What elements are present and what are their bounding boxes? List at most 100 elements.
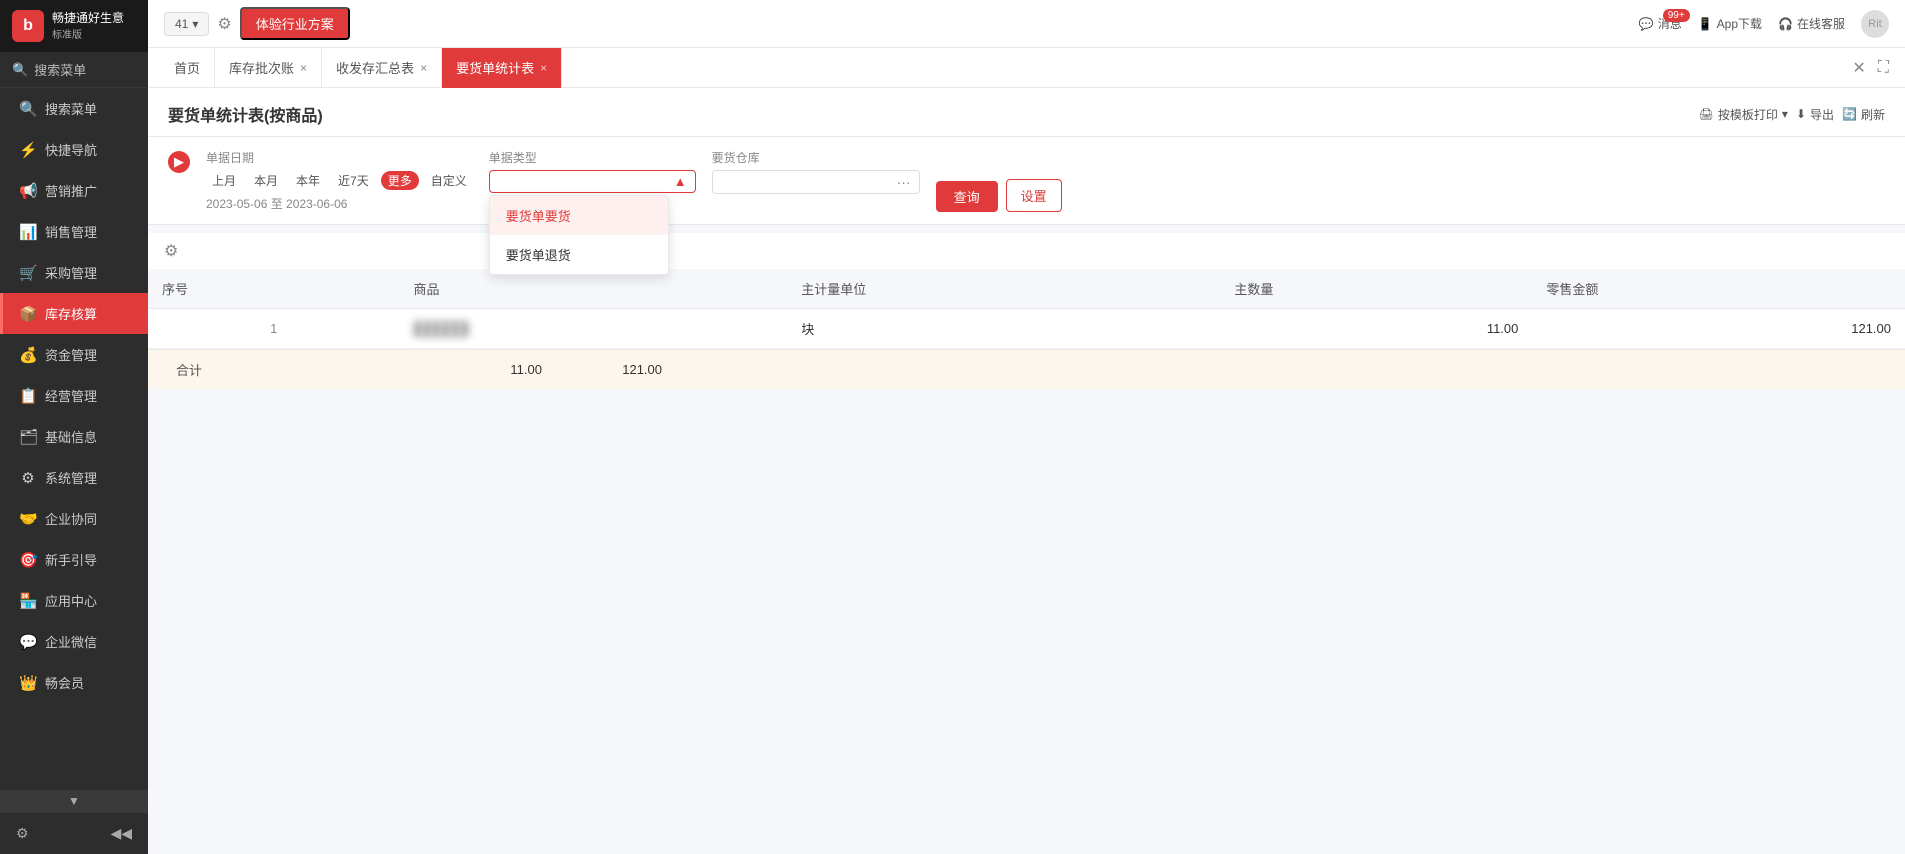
query-button[interactable]: 查询 [936,181,998,212]
print-button[interactable]: 🖨 按模板打印 ▾ [1699,106,1788,123]
sales-icon: 📊 [19,223,37,241]
export-label: 导出 [1810,106,1834,123]
sidebar-collapse-icon[interactable]: ◀◀ [106,821,136,846]
tab-close-all-icon[interactable]: ✕ [1848,54,1869,82]
table-cell-unit: 块 [787,309,1220,349]
table-row: 1██████块11.00121.00 [148,309,1905,349]
date-quick-7days[interactable]: 近7天 [332,170,375,191]
tab-close-receivables[interactable]: × [420,61,427,75]
sidebar-item-wechat[interactable]: 💬 企业微信 [0,621,148,662]
tabs-actions: ✕⛶ [1848,54,1893,82]
dropdown-option-要货单退货[interactable]: 要货单退货 [490,235,668,274]
tab-inventory-batch[interactable]: 库存批次账× [215,48,322,88]
guide-icon: 🎯 [19,551,37,569]
date-filter-label: 单据日期 [206,149,473,166]
sidebar-item-system[interactable]: ⚙ 系统管理 [0,457,148,498]
purchase-icon: 🛒 [19,264,37,282]
sidebar-item-enterprise[interactable]: 🤝企业协同 [0,498,148,539]
date-custom-button[interactable]: 自定义 [425,170,473,191]
marketing-icon: 📢 [19,182,37,200]
type-input[interactable] [498,174,674,189]
table-cell-seq: 1 [148,309,400,349]
setting-button[interactable]: 设置 [1006,179,1062,212]
sidebar-item-shortcut[interactable]: ⚡快捷导航 [0,129,148,170]
date-more-button[interactable]: 更多 [381,171,419,190]
sidebar-item-label-system: 系统管理 [45,468,97,487]
refresh-button[interactable]: 🔄 刷新 [1842,106,1885,123]
sidebar-item-marketing[interactable]: 📢营销推广 [0,170,148,211]
main-area: 41 ▾ ⚙ 体验行业方案 💬 消息 99+ 📱 App下载 🎧 在线客服 Ri… [148,0,1905,854]
sidebar-item-operation[interactable]: 📋 经营管理 [0,375,148,416]
tab-receivables[interactable]: 收发存汇总表× [322,48,442,88]
date-quick-this-year[interactable]: 本年 [290,170,326,191]
appstore-icon: 🏪 [19,592,37,610]
sidebar-item-inventory[interactable]: 📦库存核算 [0,293,148,334]
tab-close-order-stats[interactable]: × [540,61,547,75]
sidebar-item-guide[interactable]: 🎯 新手引导 [0,539,148,580]
warehouse-input[interactable] [721,175,897,190]
operation-icon: 📋 [19,387,37,405]
topbar-gear-icon[interactable]: ⚙ [217,14,231,34]
print-label: 按模板打印 [1718,106,1778,123]
sidebar-bottom: ⚙ ◀◀ [0,812,148,854]
table-cell-goods: ██████ [400,309,788,349]
sidebar-item-label-guide: 新手引导 [45,550,97,569]
sidebar-settings-icon[interactable]: ⚙ [12,821,33,846]
filter-expand-button[interactable]: ▶ [168,151,190,173]
tab-close-inventory-batch[interactable]: × [300,61,307,75]
service-label: 在线客服 [1797,15,1845,32]
sidebar-item-label-operation: 经营管理 [45,386,97,405]
sidebar-item-search[interactable]: 🔍搜索菜单 [0,88,148,129]
basic-icon: 🗂 [19,428,37,446]
user-avatar[interactable]: Rit [1861,10,1889,38]
app-download-button[interactable]: 📱 App下载 [1698,15,1762,32]
app-logo-icon: b [12,10,44,42]
sidebar-item-label-search: 搜索菜单 [45,99,97,118]
warehouse-more-icon[interactable]: ··· [897,174,911,190]
sidebar-item-appstore[interactable]: 🏪应用中心 [0,580,148,621]
message-button[interactable]: 💬 消息 99+ [1639,15,1682,32]
date-quick-last-month[interactable]: 上月 [206,170,242,191]
sidebar-item-label-sales: 销售管理 [45,222,97,241]
table-settings-icon[interactable]: ⚙ [164,241,178,261]
system-icon: ⚙ [19,469,37,487]
dropdown-option-要货单要货[interactable]: 要货单要货 [490,196,668,235]
tab-order-stats[interactable]: 要货单统计表 × [442,48,562,88]
tab-home[interactable]: 首页 [160,48,215,88]
sidebar-item-basic[interactable]: 🗂 基础信息 [0,416,148,457]
col-header-unit: 主计量单位 [787,269,1220,309]
sidebar-item-label-wechat: 企业微信 [45,632,97,651]
type-dropdown-arrow[interactable]: ▲ [674,174,687,189]
promo-button[interactable]: 体验行业方案 [240,7,350,40]
app-download-icon: 📱 [1698,17,1713,31]
col-header-amount: 零售金额 [1532,269,1905,309]
online-service-button[interactable]: 🎧 在线客服 [1778,15,1845,32]
sidebar-search-label: 搜索菜单 [34,60,86,79]
date-quick-this-month[interactable]: 本月 [248,170,284,191]
refresh-label: 刷新 [1861,106,1885,123]
export-button[interactable]: ⬇ 导出 [1796,106,1834,123]
service-icon: 🎧 [1778,17,1793,31]
sidebar-item-member[interactable]: 👑畅会员 [0,662,148,703]
app-download-label: App下载 [1717,15,1762,32]
finance-icon: 💰 [19,346,37,364]
warehouse-filter-label: 要货仓库 [712,149,920,166]
store-selector[interactable]: 41 ▾ [164,12,209,36]
wechat-icon: 💬 [19,633,37,651]
message-badge: 99+ [1663,9,1690,22]
sidebar-item-sales[interactable]: 📊 销售管理 [0,211,148,252]
sidebar-item-finance[interactable]: 💰资金管理 [0,334,148,375]
inventory-icon: 📦 [19,305,37,323]
tab-label-home: 首页 [174,58,200,77]
tab-expand-icon[interactable]: ⛶ [1874,55,1893,81]
tab-label-order-stats: 要货单统计表 [456,58,534,77]
sidebar-scroll-down[interactable]: ▼ [0,790,148,812]
sidebar-item-label-basic: 基础信息 [45,427,97,446]
topbar: 41 ▾ ⚙ 体验行业方案 💬 消息 99+ 📱 App下载 🎧 在线客服 Ri… [148,0,1905,48]
type-input-wrapper: ▲ [489,170,696,193]
sidebar-search[interactable]: 🔍 搜索菜单 [0,52,148,88]
sidebar-item-purchase[interactable]: 🛒采购管理 [0,252,148,293]
member-icon: 👑 [19,674,37,692]
type-filter-group: 单据类型 ▲ 要货单要货要货单退货 [489,149,696,193]
table-cell-qty: 11.00 [1220,309,1532,349]
